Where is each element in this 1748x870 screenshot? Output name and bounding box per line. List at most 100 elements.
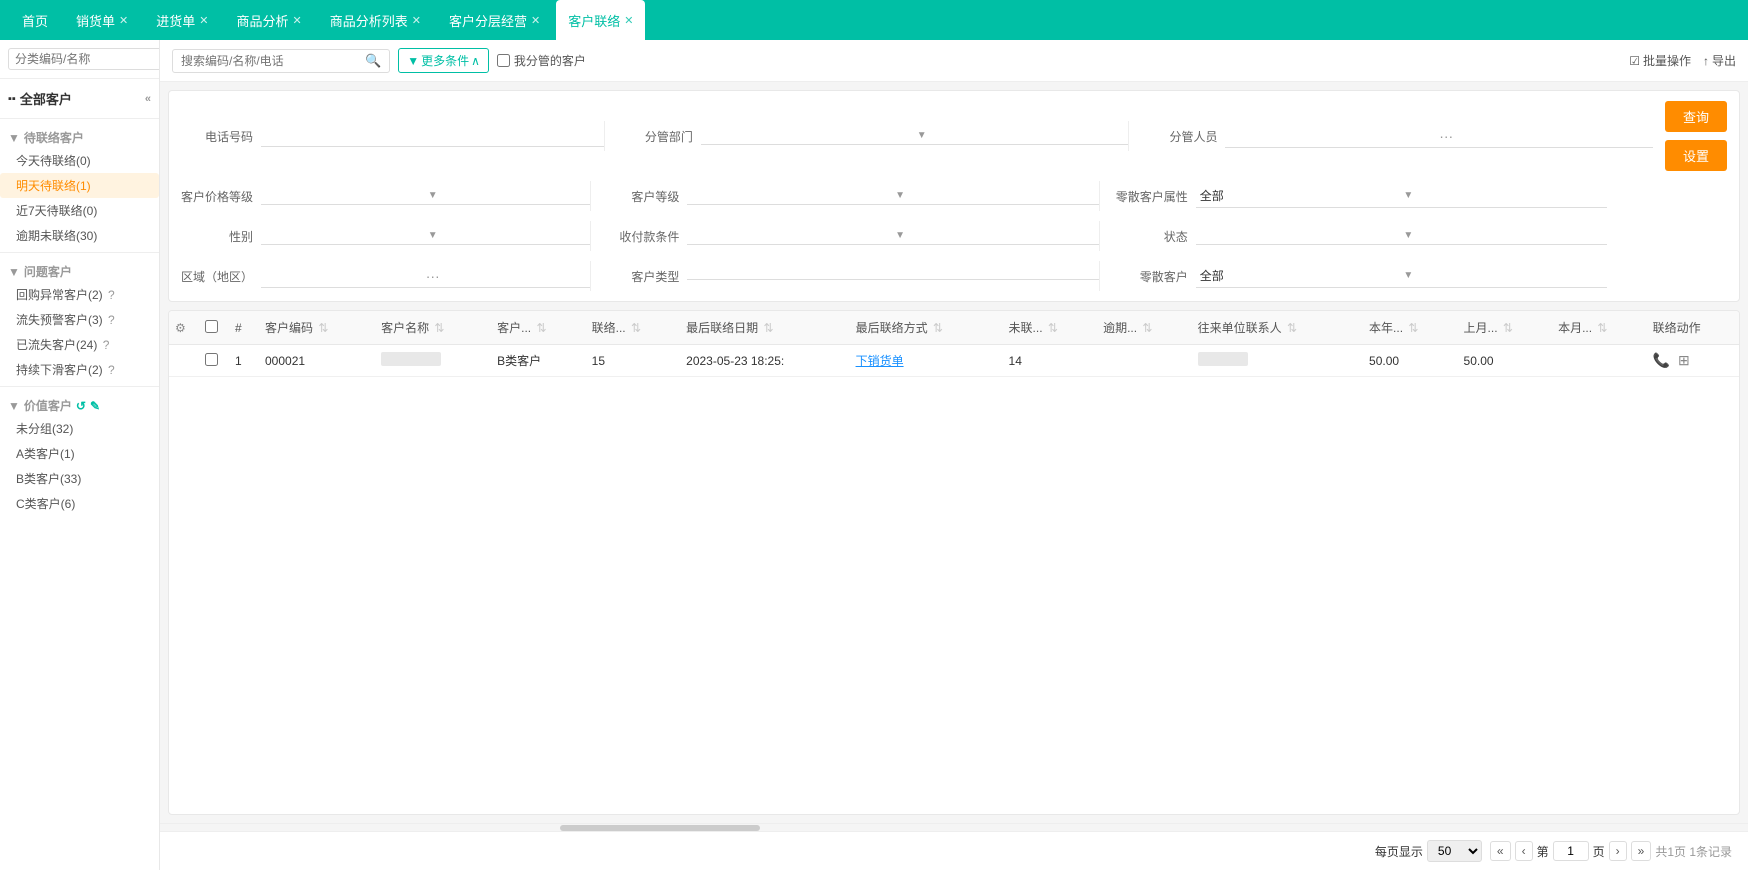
page-size-select[interactable]: 50 100 200 [1427,840,1482,862]
status-select[interactable]: ▼ [1196,227,1607,245]
sidebar-tomorrow-contact[interactable]: 明天待联络(1) [0,173,159,198]
sort-icon-unit-contact: ⇅ [1287,321,1297,335]
col-unit-contact[interactable]: 往来单位联系人 ⇅ [1192,311,1363,345]
retail-customer-label: 零散客户 [1116,268,1196,285]
value-refresh-icon[interactable]: ↺ [76,399,86,413]
customer-level-label: 客户等级 [607,188,687,205]
nav-purchase[interactable]: 进货单 ✕ [144,0,220,40]
sidebar-class-a[interactable]: A类客户(1) [0,441,159,466]
nav-home[interactable]: 首页 [10,0,60,40]
sidebar-all-customers[interactable]: ▪▪ 全部客户 « [8,85,151,112]
nav-customer-contact-close[interactable]: ✕ [624,14,633,27]
sidebar-lost-risk[interactable]: 流失预警客户(3) ? [0,307,159,332]
table-select-all[interactable] [205,320,218,333]
my-customers-checkbox-wrap[interactable]: 我分管的客户 [497,52,586,69]
col-last-date[interactable]: 最后联络日期 ⇅ [680,311,849,345]
sidebar-already-lost[interactable]: 已流失客户(24) ? [0,332,159,357]
repurchase-help-icon[interactable]: ? [108,288,115,302]
filter-icon: ▼ [407,54,419,68]
action-phone-icon[interactable]: 📞 [1653,352,1670,369]
value-toggle[interactable]: ▼ [8,399,20,413]
query-btn-group: 查询 设置 [1665,101,1727,171]
settings-button[interactable]: 设置 [1665,140,1727,171]
col-overdue[interactable]: 逾期... ⇅ [1097,311,1192,345]
col-this-year[interactable]: 本年... ⇅ [1363,311,1458,345]
sidebar-search-input[interactable] [8,48,160,70]
sort-icon-name: ⇅ [434,321,444,335]
branch-person-select[interactable]: ··· [1225,125,1653,148]
horizontal-scrollbar[interactable] [160,823,1748,831]
my-customers-checkbox[interactable] [497,54,510,67]
payment-select[interactable]: ▼ [687,227,1098,245]
nav-customer-tier[interactable]: 客户分层经营 ✕ [437,0,552,40]
col-contact[interactable]: 联络... ⇅ [586,311,681,345]
export-btn[interactable]: ↑ 导出 [1703,52,1736,69]
page-next-btn[interactable]: › [1609,841,1627,861]
col-last-method[interactable]: 最后联络方式 ⇅ [850,311,1003,345]
filter-area: 区域（地区） ··· [181,265,590,288]
value-edit-icon[interactable]: ✎ [90,399,100,413]
nav-sales[interactable]: 销货单 ✕ [64,0,140,40]
last-contact-method-link[interactable]: 下销货单 [856,354,904,368]
sidebar-week-contact[interactable]: 近7天待联络(0) [0,198,159,223]
retail-customer-select[interactable]: 全部 ▼ [1196,264,1607,288]
sidebar-pending-group: ▼ 待联络客户 [0,123,159,148]
col-code[interactable]: 客户编码 ⇅ [259,311,375,345]
phone-input[interactable] [261,126,604,147]
gender-select[interactable]: ▼ [261,227,590,245]
branch-dept-select[interactable]: ▼ [701,127,1129,145]
sidebar-continuous-decline[interactable]: 持续下滑客户(2) ? [0,357,159,382]
collapse-btn[interactable]: « [145,93,151,105]
nav-product-analysis[interactable]: 商品分析 ✕ [224,0,313,40]
nav-customer-tier-close[interactable]: ✕ [531,14,540,27]
query-button[interactable]: 查询 [1665,101,1727,132]
continuous-decline-help-icon[interactable]: ? [108,363,115,377]
nav-product-analysis-close[interactable]: ✕ [293,14,302,27]
row-last-contact-date: 2023-05-23 18:25: [680,345,849,377]
row-select[interactable] [205,353,218,366]
col-last-month[interactable]: 上月... ⇅ [1458,311,1553,345]
col-name[interactable]: 客户名称 ⇅ [375,311,491,345]
row-name [375,345,491,377]
sidebar-class-b[interactable]: B类客户(33) [0,466,159,491]
already-lost-help-icon[interactable]: ? [103,338,110,352]
main-layout: 🔍 ▪▪ 全部客户 « ▼ 待联络客户 今天待联络(0) 明天待联络(1) 近7… [0,40,1748,870]
customer-level-select[interactable]: ▼ [687,187,1098,205]
page-input[interactable] [1553,841,1589,861]
page-last-btn[interactable]: » [1631,841,1652,861]
sidebar-repurchase-abnormal[interactable]: 回购异常客户(2) ? [0,282,159,307]
retail-attr-caret: ▼ [1403,190,1603,201]
nav-product-analysis-list[interactable]: 商品分析列表 ✕ [318,0,433,40]
sidebar: 🔍 ▪▪ 全部客户 « ▼ 待联络客户 今天待联络(0) 明天待联络(1) 近7… [0,40,160,870]
sidebar-today-contact[interactable]: 今天待联络(0) [0,148,159,173]
action-qr-icon[interactable]: ⊞ [1678,352,1690,369]
sidebar-class-c[interactable]: C类客户(6) [0,491,159,516]
nav-purchase-close[interactable]: ✕ [199,14,208,27]
col-no-contact[interactable]: 未联... ⇅ [1003,311,1098,345]
retail-attr-select[interactable]: 全部 ▼ [1196,184,1607,208]
status-caret: ▼ [1403,230,1603,241]
main-search-input[interactable] [181,54,361,68]
col-level[interactable]: 客户... ⇅ [491,311,586,345]
price-level-select[interactable]: ▼ [261,187,590,205]
nav-sales-close[interactable]: ✕ [119,14,128,27]
nav-product-analysis-list-close[interactable]: ✕ [412,14,421,27]
table-gear-icon[interactable]: ⚙ [175,321,186,335]
sort-icon-overdue: ⇅ [1142,321,1152,335]
more-caret-icon: ∧ [471,54,480,68]
col-this-month[interactable]: 本月... ⇅ [1552,311,1647,345]
bulk-ops-btn[interactable]: ☑ 批量操作 [1629,52,1691,69]
page-first-btn[interactable]: « [1490,841,1511,861]
problem-toggle[interactable]: ▼ [8,265,20,279]
nav-customer-contact[interactable]: 客户联络 ✕ [556,0,645,40]
area-select[interactable]: ··· [261,265,590,288]
customer-type-select[interactable] [687,273,1098,280]
more-conditions-btn[interactable]: ▼ 更多条件 ∧ [398,48,489,73]
main-search-icon[interactable]: 🔍 [365,53,381,69]
sidebar-unclassified[interactable]: 未分组(32) [0,416,159,441]
lost-risk-help-icon[interactable]: ? [108,313,115,327]
sidebar-overdue-contact[interactable]: 逾期未联络(30) [0,223,159,248]
page-prev-btn[interactable]: ‹ [1515,841,1533,861]
pending-toggle[interactable]: ▼ [8,131,20,145]
sort-icon-code: ⇅ [318,321,328,335]
